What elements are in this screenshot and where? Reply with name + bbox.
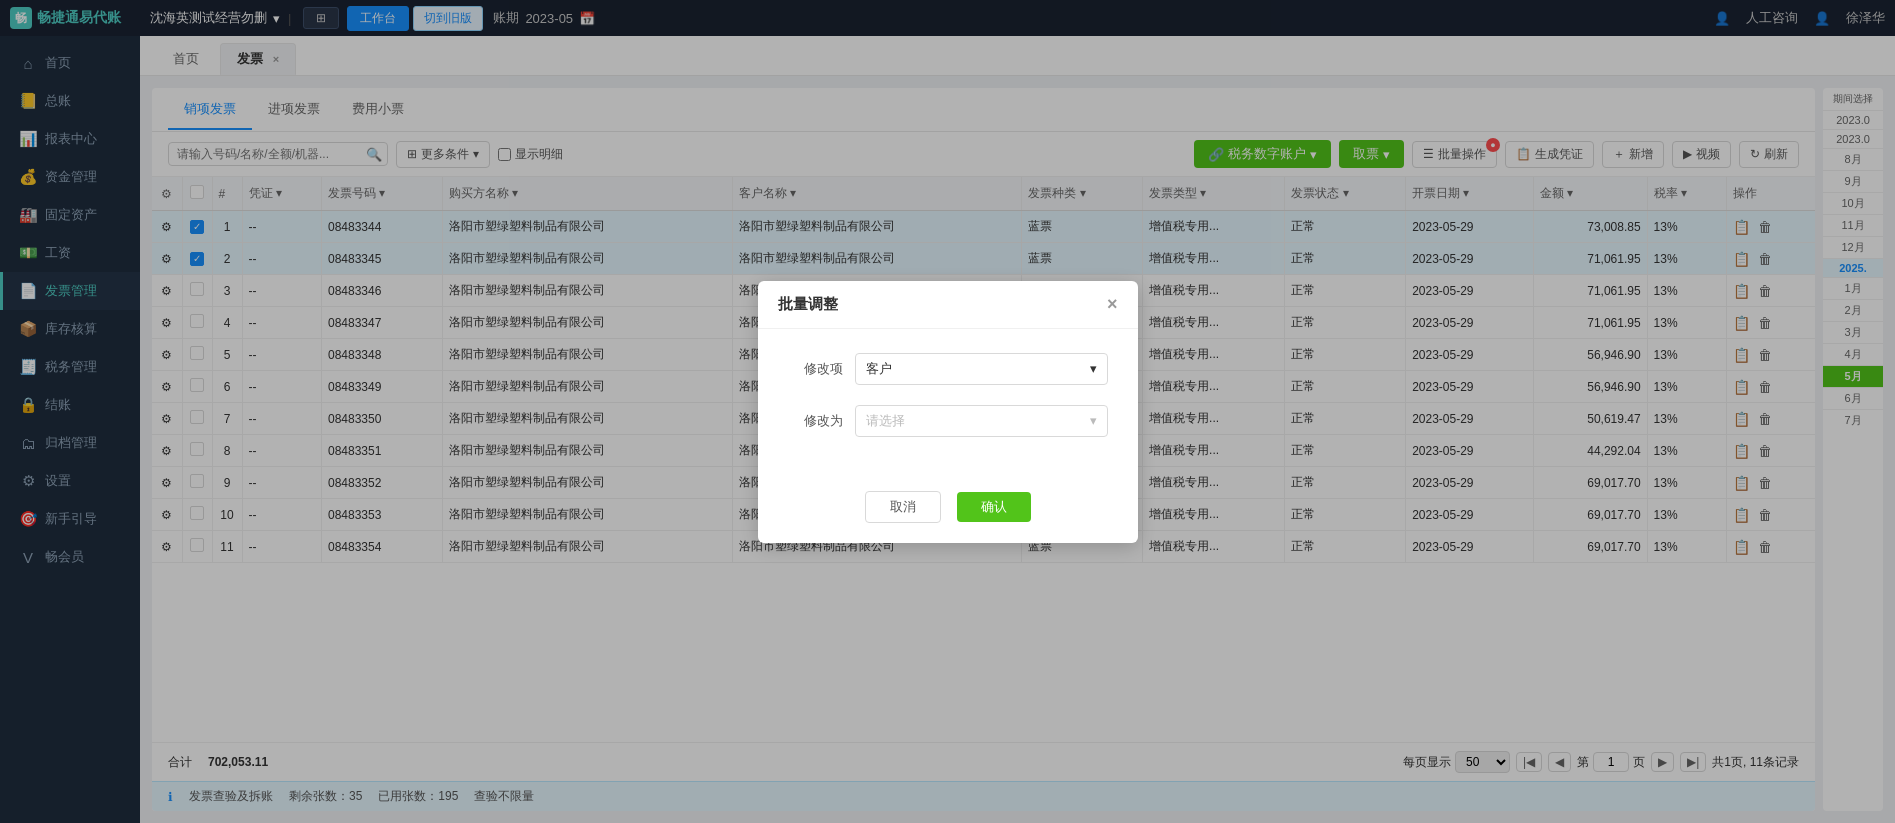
- batch-adjust-modal: 批量调整 × 修改项 客户 ▾ 修改为 请选择 ▾ 取消 确认: [758, 281, 1138, 543]
- modal-overlay: 批量调整 × 修改项 客户 ▾ 修改为 请选择 ▾ 取消 确认: [0, 0, 1895, 823]
- change-placeholder: 请选择: [866, 412, 905, 430]
- cancel-btn[interactable]: 取消: [865, 491, 941, 523]
- form-row-change: 修改为 请选择 ▾: [788, 405, 1108, 437]
- modal-title: 批量调整: [778, 295, 838, 314]
- modal-close-btn[interactable]: ×: [1107, 295, 1118, 313]
- field-label: 修改项: [788, 360, 843, 378]
- form-row-field: 修改项 客户 ▾: [788, 353, 1108, 385]
- modal-body: 修改项 客户 ▾ 修改为 请选择 ▾: [758, 329, 1138, 481]
- change-select[interactable]: 请选择 ▾: [855, 405, 1108, 437]
- field-arrow-icon: ▾: [1090, 361, 1097, 376]
- change-label: 修改为: [788, 412, 843, 430]
- modal-footer: 取消 确认: [758, 481, 1138, 543]
- field-select[interactable]: 客户 ▾: [855, 353, 1108, 385]
- field-value: 客户: [866, 360, 892, 378]
- change-arrow-icon: ▾: [1090, 413, 1097, 428]
- confirm-btn[interactable]: 确认: [957, 492, 1031, 522]
- modal-header: 批量调整 ×: [758, 281, 1138, 329]
